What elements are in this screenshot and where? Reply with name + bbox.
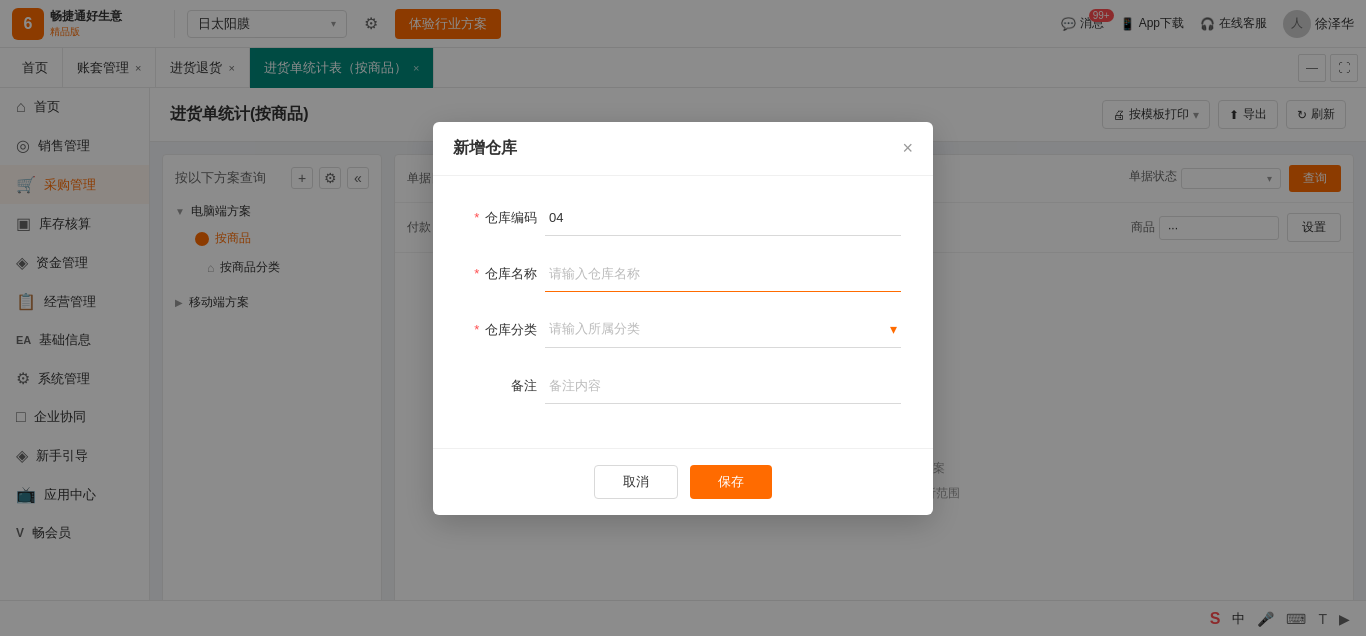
cancel-button[interactable]: 取消 bbox=[594, 465, 678, 499]
form-row-category: * 仓库分类 请输入所属分类 ▾ bbox=[465, 312, 901, 348]
remark-label: 备注 bbox=[465, 377, 545, 395]
code-required: * bbox=[474, 210, 479, 225]
form-row-remark: 备注 bbox=[465, 368, 901, 404]
modal-body: * 仓库编码 * 仓库名称 * 仓库分类 请输入 bbox=[433, 176, 933, 448]
modal-footer: 取消 保存 bbox=[433, 448, 933, 515]
modal-overlay: 新增仓库 × * 仓库编码 * 仓库名称 bbox=[0, 0, 1366, 636]
modal-header: 新增仓库 × bbox=[433, 122, 933, 176]
name-required: * bbox=[474, 266, 479, 281]
name-label: * 仓库名称 bbox=[465, 265, 545, 283]
form-row-code: * 仓库编码 bbox=[465, 200, 901, 236]
modal-close-button[interactable]: × bbox=[902, 139, 913, 157]
modal-title: 新增仓库 bbox=[453, 138, 517, 159]
form-row-name: * 仓库名称 bbox=[465, 256, 901, 292]
name-input[interactable] bbox=[545, 256, 901, 292]
code-label: * 仓库编码 bbox=[465, 209, 545, 227]
category-label: * 仓库分类 bbox=[465, 321, 545, 339]
category-required: * bbox=[474, 322, 479, 337]
modal-new-warehouse: 新增仓库 × * 仓库编码 * 仓库名称 bbox=[433, 122, 933, 515]
save-button[interactable]: 保存 bbox=[690, 465, 772, 499]
category-select[interactable]: 请输入所属分类 ▾ bbox=[545, 312, 901, 348]
code-input[interactable] bbox=[545, 200, 901, 236]
category-placeholder: 请输入所属分类 bbox=[549, 320, 640, 338]
category-arrow-icon: ▾ bbox=[890, 321, 897, 337]
remark-input[interactable] bbox=[545, 368, 901, 404]
